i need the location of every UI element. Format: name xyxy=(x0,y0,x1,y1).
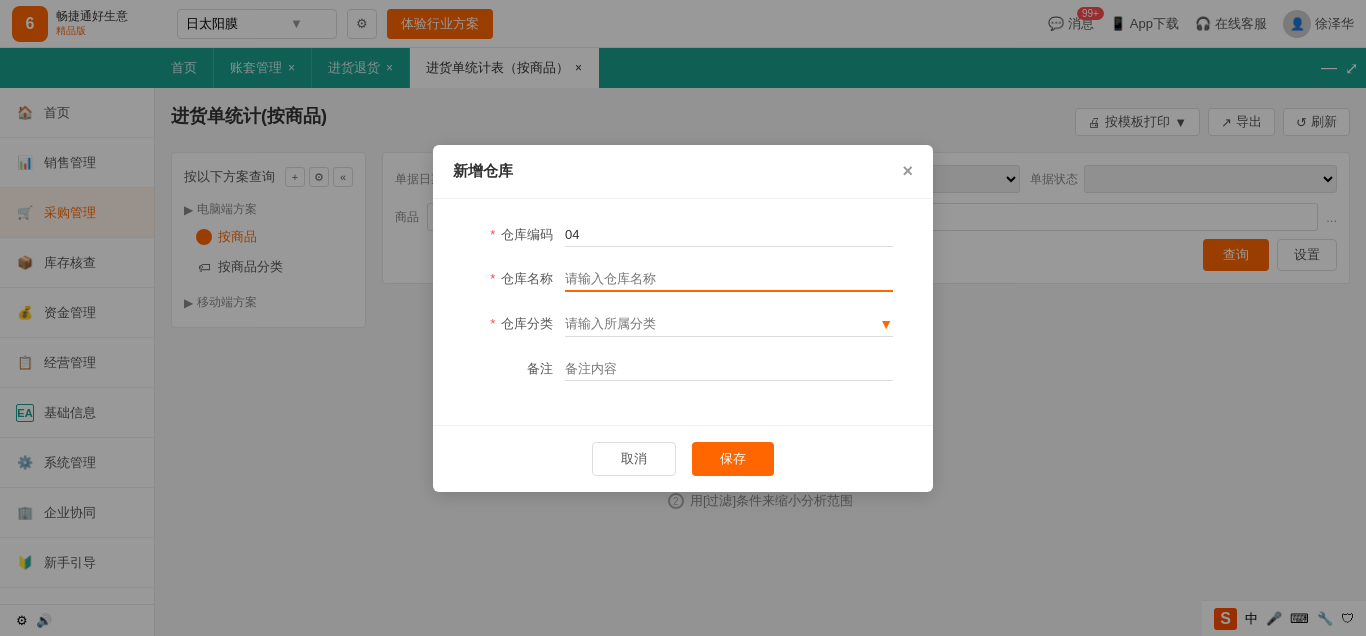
dialog-title: 新增仓库 xyxy=(453,162,513,181)
form-row-name: * 仓库名称 xyxy=(473,267,893,292)
form-row-category: * 仓库分类 ▼ xyxy=(473,312,893,337)
required-mark-category: * xyxy=(490,316,495,331)
new-warehouse-dialog: 新增仓库 × * 仓库编码 * 仓库名称 xyxy=(433,145,933,492)
dialog-close-button[interactable]: × xyxy=(902,161,913,182)
required-mark-code: * xyxy=(490,227,495,242)
dialog-footer: 取消 保存 xyxy=(433,425,933,492)
remark-label: 备注 xyxy=(473,360,553,378)
category-dropdown-icon: ▼ xyxy=(879,316,893,332)
dialog-body: * 仓库编码 * 仓库名称 * 仓库分类 xyxy=(433,199,933,425)
warehouse-category-select[interactable]: ▼ xyxy=(565,312,893,337)
warehouse-name-label: * 仓库名称 xyxy=(473,270,553,288)
dialog-overlay: 新增仓库 × * 仓库编码 * 仓库名称 xyxy=(0,0,1366,636)
cancel-button[interactable]: 取消 xyxy=(592,442,676,476)
dialog-header: 新增仓库 × xyxy=(433,145,933,199)
form-row-code: * 仓库编码 xyxy=(473,223,893,247)
required-mark-name: * xyxy=(490,271,495,286)
remark-input[interactable] xyxy=(565,357,893,381)
form-row-remark: 备注 xyxy=(473,357,893,381)
warehouse-name-input[interactable] xyxy=(565,267,893,292)
warehouse-code-input[interactable] xyxy=(565,223,893,247)
warehouse-code-label: * 仓库编码 xyxy=(473,226,553,244)
save-button[interactable]: 保存 xyxy=(692,442,774,476)
warehouse-category-input[interactable] xyxy=(565,316,879,331)
warehouse-category-label: * 仓库分类 xyxy=(473,315,553,333)
